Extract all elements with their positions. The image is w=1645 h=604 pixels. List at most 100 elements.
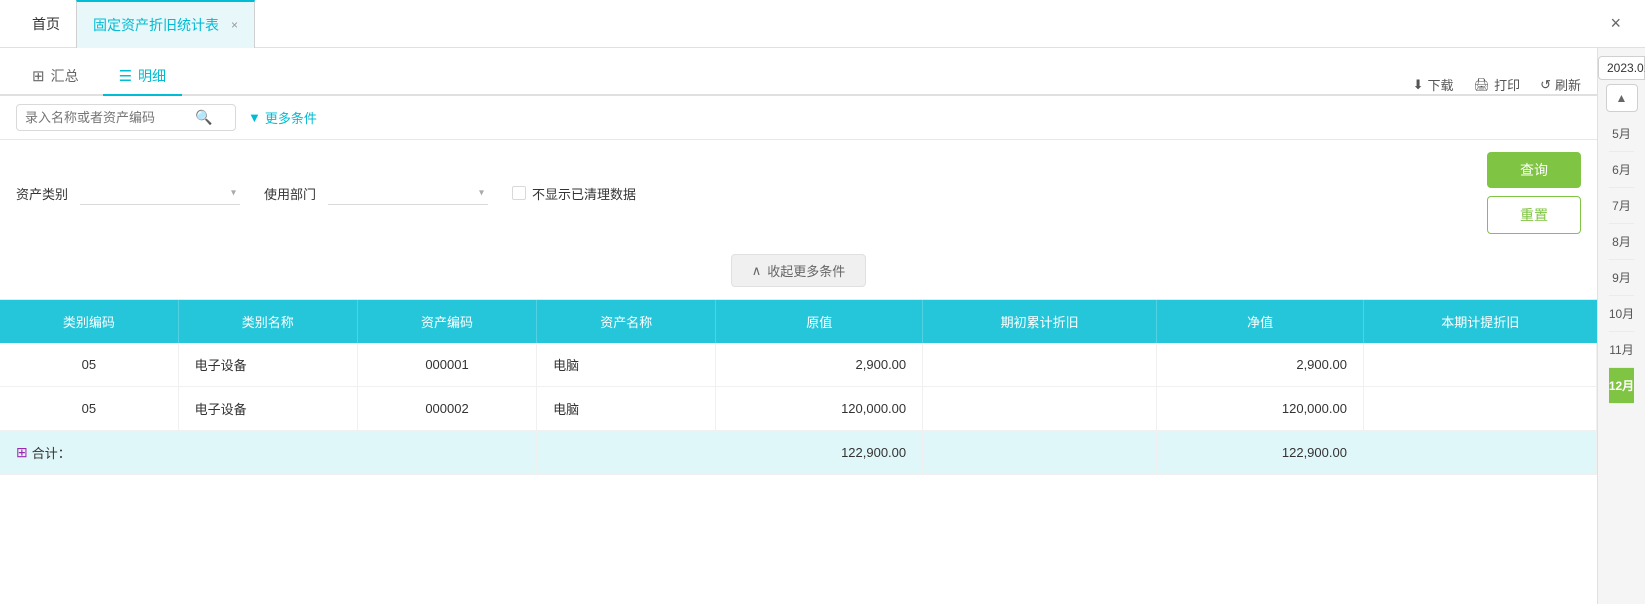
cell-asset-code: 000001 xyxy=(357,343,536,387)
right-sidebar: 2023.01 ▲ 5月6月7月8月9月10月11月12月 xyxy=(1597,48,1645,604)
print-label: 打印 xyxy=(1494,75,1520,94)
table-header: 类别编码 类别名称 资产编码 资产名称 原值 期初累计折旧 净值 本期计提折旧 xyxy=(0,300,1597,343)
col-header-original-value: 原值 xyxy=(716,300,923,343)
cell-original-value: 2,900.00 xyxy=(716,343,923,387)
table-container: 类别编码 类别名称 资产编码 资产名称 原值 期初累计折旧 净值 本期计提折旧 … xyxy=(0,300,1597,604)
active-tab[interactable]: 固定资产折旧统计表 × xyxy=(76,0,255,48)
month-item[interactable]: 11月 xyxy=(1609,332,1634,368)
month-item[interactable]: 8月 xyxy=(1609,224,1634,260)
month-item[interactable]: 12月 xyxy=(1609,368,1634,404)
filter-row-1: 资产类别 ▾ 使用部门 ▾ xyxy=(16,152,1581,234)
search-input[interactable] xyxy=(25,110,195,125)
col-header-net-value: 净值 xyxy=(1157,300,1364,343)
filter-button[interactable]: ▼ 更多条件 xyxy=(248,108,317,127)
month-item[interactable]: 6月 xyxy=(1609,152,1634,188)
refresh-icon: ↺ xyxy=(1540,77,1551,93)
filter-icon: ▼ xyxy=(248,110,261,125)
total-label-text: 合计： xyxy=(32,443,71,462)
calc-icon: ⊞ xyxy=(16,444,28,461)
tab-summary-label: 汇总 xyxy=(51,66,79,86)
cell-original-value: 120,000.00 xyxy=(716,387,923,431)
cell-category-name: 电子设备 xyxy=(178,343,357,387)
month-list: 5月6月7月8月9月10月11月12月 xyxy=(1609,116,1634,404)
main-content: ⊞ 汇总 ☰ 明细 ⬇ 下载 🖨 打印 ↺ 刷新 xyxy=(0,48,1645,604)
print-icon: 🖨 xyxy=(1474,77,1491,93)
department-select[interactable] xyxy=(328,181,488,205)
cell-category-code: 05 xyxy=(0,343,178,387)
print-button[interactable]: 🖨 打印 xyxy=(1474,75,1521,94)
cell-accumulated-dep xyxy=(923,343,1157,387)
home-nav-item[interactable]: 首页 xyxy=(16,14,76,34)
hide-cleared-checkbox-item[interactable]: 不显示已清理数据 xyxy=(512,184,636,203)
left-panel: ⊞ 汇总 ☰ 明细 ⬇ 下载 🖨 打印 ↺ 刷新 xyxy=(0,48,1597,604)
department-select-wrapper: ▾ xyxy=(328,181,488,205)
asset-category-label: 资产类别 xyxy=(16,184,72,203)
collapse-icon: ∧ xyxy=(752,263,762,279)
top-nav: 首页 固定资产折旧统计表 × × xyxy=(0,0,1645,48)
total-accumulated-dep xyxy=(923,431,1157,475)
col-header-asset-code: 资产编码 xyxy=(357,300,536,343)
total-empty-2 xyxy=(537,431,716,475)
month-item[interactable]: 10月 xyxy=(1609,296,1634,332)
cell-net-value: 120,000.00 xyxy=(1157,387,1364,431)
close-window-button[interactable]: × xyxy=(1602,13,1629,34)
summary-icon: ⊞ xyxy=(32,67,45,85)
asset-category-select-wrapper: ▾ xyxy=(80,181,240,205)
cell-asset-name: 电脑 xyxy=(537,387,716,431)
search-icon: 🔍 xyxy=(195,109,212,126)
department-label: 使用部门 xyxy=(264,184,320,203)
active-tab-label: 固定资产折旧统计表 xyxy=(93,15,219,35)
filter-department: 使用部门 ▾ xyxy=(264,181,488,205)
tab-summary[interactable]: ⊞ 汇总 xyxy=(16,58,95,96)
search-toolbar: 🔍 ▼ 更多条件 xyxy=(0,96,1597,140)
detail-icon: ☰ xyxy=(119,67,132,85)
month-item[interactable]: 5月 xyxy=(1609,116,1634,152)
filter-label: 更多条件 xyxy=(265,108,317,127)
tab-bar: ⊞ 汇总 ☰ 明细 ⬇ 下载 🖨 打印 ↺ 刷新 xyxy=(0,48,1597,96)
asset-category-select[interactable] xyxy=(80,181,240,205)
sidebar-up-button[interactable]: ▲ xyxy=(1606,84,1638,112)
col-header-category-code: 类别编码 xyxy=(0,300,178,343)
month-item[interactable]: 9月 xyxy=(1609,260,1634,296)
table-row: 05 电子设备 000002 电脑 120,000.00 120,000.00 xyxy=(0,387,1597,431)
collapse-label: 收起更多条件 xyxy=(767,261,845,280)
action-buttons: 查询 重置 xyxy=(1487,152,1581,234)
total-net-value: 122,900.00 xyxy=(1157,431,1364,475)
sidebar-date[interactable]: 2023.01 xyxy=(1598,56,1645,80)
reset-button[interactable]: 重置 xyxy=(1487,196,1581,234)
cell-category-name: 电子设备 xyxy=(178,387,357,431)
up-arrow-icon: ▲ xyxy=(1616,91,1628,105)
download-button[interactable]: ⬇ 下载 xyxy=(1413,75,1454,94)
cell-category-code: 05 xyxy=(0,387,178,431)
col-header-asset-name: 资产名称 xyxy=(537,300,716,343)
cell-asset-name: 电脑 xyxy=(537,343,716,387)
total-original-value: 122,900.00 xyxy=(716,431,923,475)
download-icon: ⬇ xyxy=(1413,77,1424,93)
col-header-accumulated-dep: 期初累计折旧 xyxy=(923,300,1157,343)
month-item[interactable]: 7月 xyxy=(1609,188,1634,224)
collapse-button[interactable]: ∧ 收起更多条件 xyxy=(731,254,867,287)
col-header-category-name: 类别名称 xyxy=(178,300,357,343)
cell-current-dep xyxy=(1363,343,1596,387)
cell-net-value: 2,900.00 xyxy=(1157,343,1364,387)
query-button[interactable]: 查询 xyxy=(1487,152,1581,188)
refresh-label: 刷新 xyxy=(1555,75,1581,94)
download-label: 下载 xyxy=(1428,75,1454,94)
filter-asset-category: 资产类别 ▾ xyxy=(16,181,240,205)
cell-asset-code: 000002 xyxy=(357,387,536,431)
tab-detail[interactable]: ☰ 明细 xyxy=(103,58,182,96)
close-tab-button[interactable]: × xyxy=(231,18,238,32)
col-header-current-dep: 本期计提折旧 xyxy=(1363,300,1596,343)
total-label-cell: ⊞ 合计： xyxy=(0,431,357,475)
search-wrapper: 🔍 xyxy=(16,104,236,131)
cell-current-dep xyxy=(1363,387,1596,431)
table-row: 05 电子设备 000001 电脑 2,900.00 2,900.00 xyxy=(0,343,1597,387)
refresh-button[interactable]: ↺ 刷新 xyxy=(1540,75,1581,94)
collapse-row: ∧ 收起更多条件 xyxy=(16,246,1581,287)
total-current-dep xyxy=(1363,431,1596,475)
filter-section: 资产类别 ▾ 使用部门 ▾ xyxy=(0,140,1597,300)
hide-cleared-label: 不显示已清理数据 xyxy=(532,184,636,203)
table-body: 05 电子设备 000001 电脑 2,900.00 2,900.00 05 电… xyxy=(0,343,1597,475)
data-table: 类别编码 类别名称 资产编码 资产名称 原值 期初累计折旧 净值 本期计提折旧 … xyxy=(0,300,1597,475)
hide-cleared-checkbox[interactable] xyxy=(512,186,526,200)
